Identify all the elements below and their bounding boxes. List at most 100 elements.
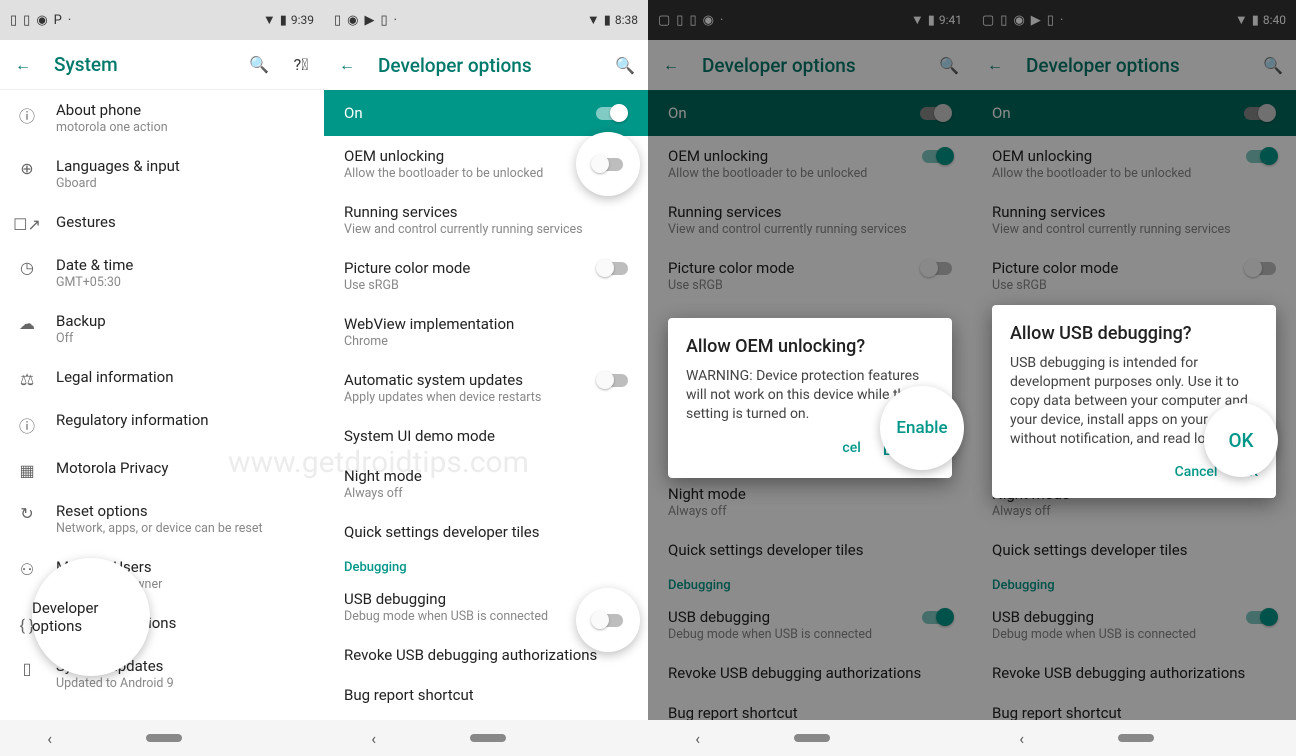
dot-icon: ·: [68, 13, 71, 28]
highlight-usb-switch: [576, 588, 640, 652]
nav-home-icon[interactable]: [794, 734, 830, 742]
help-icon[interactable]: ?⃝: [290, 54, 312, 76]
back-icon[interactable]: ←: [12, 54, 34, 76]
row-regulatory[interactable]: ⓘ Regulatory information: [0, 400, 324, 448]
battery-icon: ▮: [280, 13, 287, 28]
row-legal[interactable]: ⚖Legal information: [0, 357, 324, 400]
gesture-icon: ☐↗: [16, 213, 38, 234]
row-about-phone[interactable]: ⓘAbout phonemotorola one action: [0, 90, 324, 146]
info-icon: ⓘ: [16, 101, 38, 127]
row-title: Languages & input: [56, 157, 308, 175]
statusbar: ▯◉▶▯· ▼▮8:38: [324, 0, 648, 40]
row-title: Quick settings developer tiles: [344, 523, 630, 541]
row-picture-color[interactable]: Picture color modeUse sRGB: [324, 248, 648, 304]
grid-icon: ▦: [16, 459, 38, 480]
row-title: Gestures: [56, 213, 308, 231]
cancel-button[interactable]: Cancel: [1175, 464, 1218, 480]
row-datetime[interactable]: ◷Date & timeGMT+05:30: [0, 245, 324, 301]
legal-icon: ⚖: [16, 368, 38, 389]
row-sub: Debug mode when USB is connected: [344, 609, 578, 624]
navbar: ‹: [0, 720, 324, 756]
row-sysui-demo[interactable]: System UI demo mode: [324, 416, 648, 456]
globe-icon: ⊕: [16, 157, 38, 178]
search-icon[interactable]: 🔍: [614, 54, 636, 76]
navbar: ‹: [648, 720, 972, 756]
row-night-mode[interactable]: Night modeAlways off: [324, 456, 648, 512]
nav-back-icon[interactable]: ‹: [47, 729, 52, 748]
highlight-enable: Enable: [880, 386, 964, 470]
search-icon[interactable]: 🔍: [248, 54, 270, 76]
page-title: System: [54, 53, 228, 76]
info-icon: ⓘ: [16, 411, 38, 437]
row-title: Backup: [56, 312, 308, 330]
statusbar: ▯▯◉P· ▼▮9:39: [0, 0, 324, 40]
row-qs-tiles[interactable]: Quick settings developer tiles: [324, 512, 648, 552]
row-title: Night mode: [344, 467, 630, 485]
row-sub: Network, apps, or device can be reset: [56, 521, 308, 536]
row-sub: Chrome: [344, 334, 630, 349]
row-title: USB debugging: [344, 590, 578, 608]
row-webview[interactable]: WebView implementationChrome: [324, 304, 648, 360]
shield-icon: ◉: [347, 13, 358, 28]
status-icon: ▯: [23, 13, 30, 28]
row-privacy[interactable]: ▦ Motorola Privacy: [0, 448, 324, 491]
row-title: Revoke USB debugging authorizations: [344, 646, 630, 664]
wifi-icon: ▼: [263, 12, 276, 28]
row-title: System UI demo mode: [344, 427, 630, 445]
wifi-icon: ▼: [587, 12, 600, 28]
row-bugreport[interactable]: Bug report shortcut: [324, 675, 648, 715]
nav-back-icon[interactable]: ‹: [1019, 729, 1024, 748]
master-switch[interactable]: [594, 104, 628, 122]
row-sub: motorola one action: [56, 120, 308, 135]
row-reset[interactable]: ↻Reset optionsNetwork, apps, or device c…: [0, 491, 324, 547]
highlight-oem-switch: [576, 132, 640, 196]
update-icon: ▯: [16, 657, 38, 678]
screen-usb-dialog: ▢▯◉▶▯· ▼▮8:40 ← Developer options 🔍 On O…: [972, 0, 1296, 756]
row-title: Motorola Privacy: [56, 459, 308, 477]
row-languages[interactable]: ⊕ Languages & inputGboard: [0, 146, 324, 202]
person-icon: ⚇: [16, 558, 38, 579]
row-title: Automatic system updates: [344, 371, 578, 389]
nav-back-icon[interactable]: ‹: [371, 729, 376, 748]
status-icon: ▯: [334, 13, 341, 28]
nav-home-icon[interactable]: [470, 734, 506, 742]
dialog-title: Allow OEM unlocking?: [686, 336, 934, 357]
row-title: WebView implementation: [344, 315, 630, 333]
highlight-label: Enable: [896, 418, 947, 438]
row-auto-updates[interactable]: Automatic system updatesApply updates wh…: [324, 360, 648, 416]
row-title: Regulatory information: [56, 411, 308, 429]
screen-dev-options-1: ▯◉▶▯· ▼▮8:38 ← Developer options 🔍 On OE…: [324, 0, 648, 756]
switch-indicator: [591, 611, 625, 629]
cloud-icon: ☁: [16, 312, 38, 333]
row-title: OEM unlocking: [344, 147, 578, 165]
shield-icon: ◉: [36, 13, 47, 28]
nav-home-icon[interactable]: [146, 734, 182, 742]
row-sub: Gboard: [56, 176, 308, 191]
nav-back-icon[interactable]: ‹: [695, 729, 700, 748]
row-title: Picture color mode: [344, 259, 578, 277]
row-gestures[interactable]: ☐↗ Gestures: [0, 202, 324, 245]
battery-icon: ▮: [604, 13, 611, 28]
row-title: Running services: [344, 203, 630, 221]
section-debugging: Debugging: [324, 552, 648, 579]
clock-icon: ◷: [16, 256, 38, 277]
page-title: Developer options: [378, 54, 594, 77]
appbar: ← Developer options 🔍: [324, 40, 648, 90]
back-icon[interactable]: ←: [336, 54, 358, 76]
dialog-title: Allow USB debugging?: [1010, 323, 1258, 344]
highlight-label: Developer options: [32, 599, 150, 635]
row-running-services[interactable]: Running servicesView and control current…: [324, 192, 648, 248]
color-switch[interactable]: [596, 259, 630, 277]
status-icon: ▯: [10, 13, 17, 28]
row-title: Bug report shortcut: [344, 686, 630, 704]
row-sub: Use sRGB: [344, 278, 578, 293]
status-icon: ▯: [381, 13, 388, 28]
auto-switch[interactable]: [596, 371, 630, 389]
cancel-button[interactable]: cel: [842, 440, 860, 460]
master-toggle[interactable]: On: [324, 90, 648, 136]
row-backup[interactable]: ☁ BackupOff: [0, 301, 324, 357]
row-sub: Off: [56, 331, 308, 346]
nav-home-icon[interactable]: [1118, 734, 1154, 742]
play-icon: ▶: [365, 13, 375, 28]
on-label: On: [344, 104, 363, 122]
